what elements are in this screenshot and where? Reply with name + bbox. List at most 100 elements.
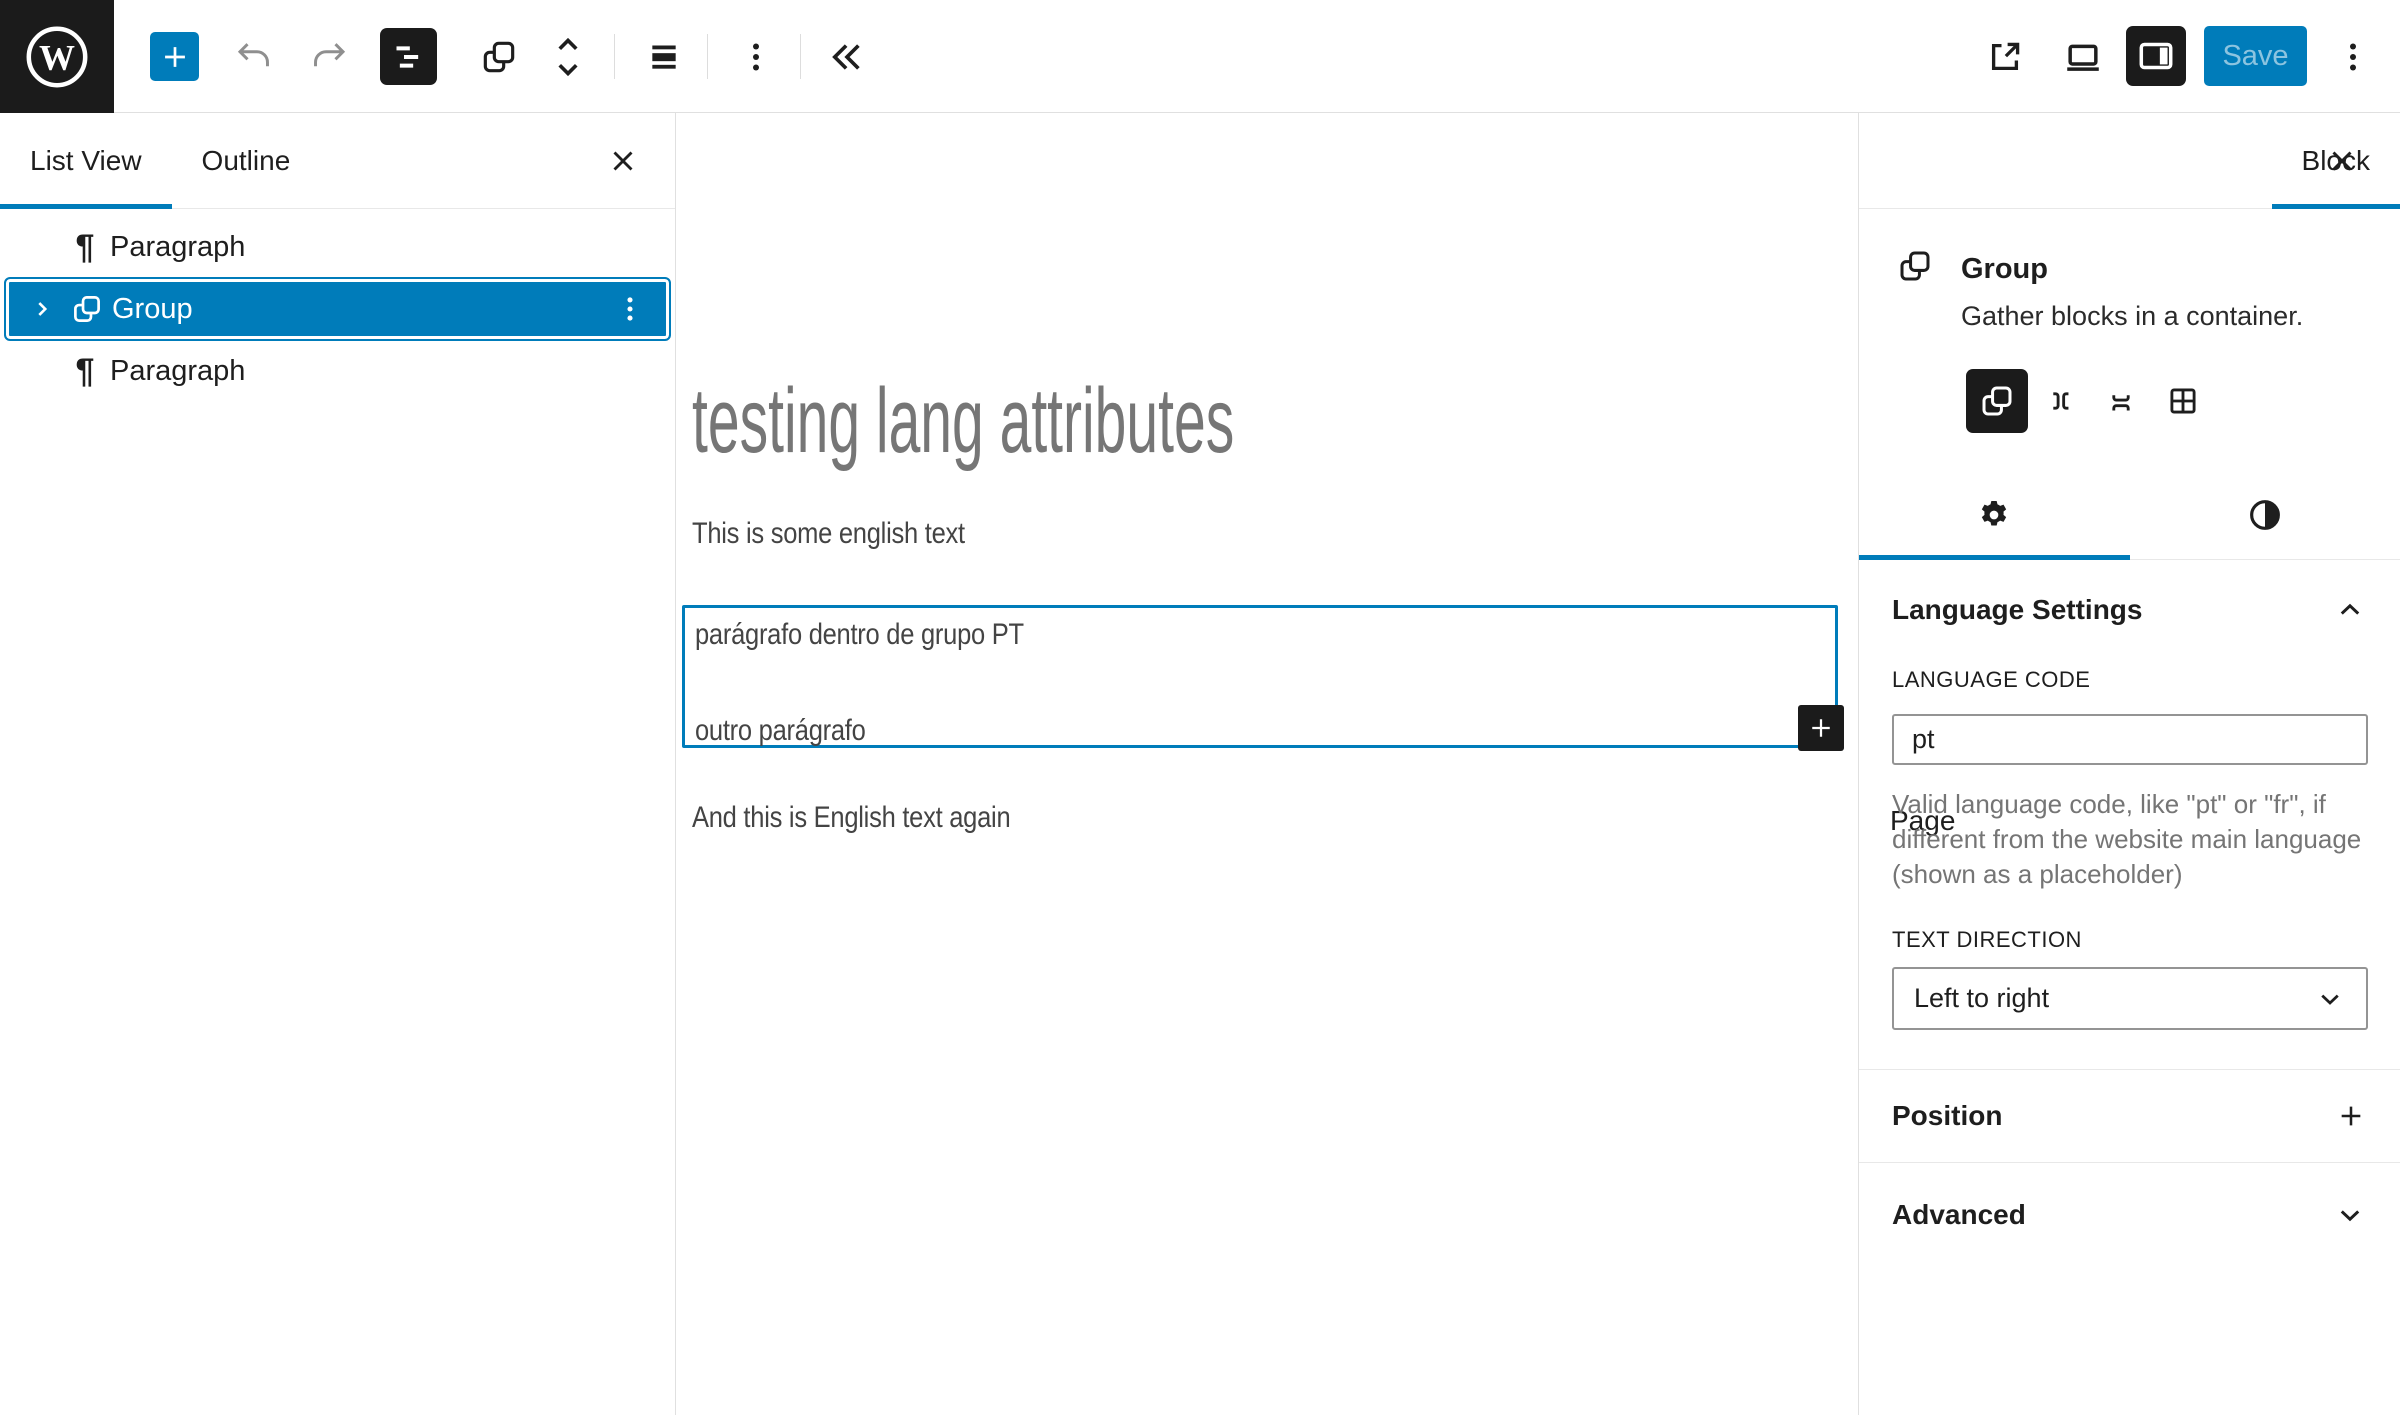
preview-button[interactable] (2058, 0, 2108, 113)
more-options-button[interactable] (2330, 0, 2376, 113)
language-code-input[interactable] (1892, 714, 2368, 765)
block-card-description: Gather blocks in a container. (1961, 301, 2304, 331)
list-view-panel: List View Outline ¶ Paragraph Group ¶ Pa… (0, 113, 676, 1415)
settings-sidebar: Page Block Group Gather blocks in a cont… (1858, 113, 2400, 1415)
group-block-icon (64, 292, 110, 326)
undo-button[interactable] (228, 0, 280, 113)
language-code-help: Valid language code, like "pt" or "fr", … (1892, 789, 2362, 889)
align-none-icon (644, 37, 684, 77)
grid-variation-icon (2165, 383, 2201, 419)
group-block-icon (1896, 247, 1934, 285)
list-item-paragraph[interactable]: ¶ Paragraph (0, 341, 675, 401)
editor-page: W Save List View Outline ¶ Paragraph Gro… (0, 0, 2400, 1415)
plus-icon (1806, 713, 1836, 743)
plus-icon (2335, 1100, 2367, 1132)
position-section-header[interactable]: Position (1892, 1069, 2367, 1162)
position-title: Position (1892, 1099, 2003, 1131)
stack-variation-icon (2103, 383, 2139, 419)
block-options-button[interactable] (733, 0, 779, 113)
save-button[interactable]: Save (2204, 26, 2307, 86)
list-item-label: Paragraph (110, 230, 246, 263)
text-direction-select[interactable]: Left to right (1892, 967, 2368, 1030)
close-settings-button[interactable] (2320, 139, 2364, 183)
wordpress-logo[interactable]: W (0, 0, 114, 113)
view-post-button[interactable] (1980, 0, 2030, 113)
paragraph-block[interactable]: outro parágrafo (695, 714, 866, 748)
variation-grid-button[interactable] (2152, 369, 2214, 433)
toolbar-divider (707, 34, 708, 79)
collapse-toolbar-button[interactable] (822, 0, 872, 113)
advanced-section-header[interactable]: Advanced (1892, 1162, 2367, 1267)
close-icon (2325, 144, 2359, 178)
list-view-toggle-button[interactable] (380, 28, 437, 85)
settings-sidebar-toggle[interactable] (2126, 26, 2186, 86)
align-button[interactable] (638, 0, 690, 113)
tab-outline[interactable]: Outline (172, 113, 321, 208)
tab-styles[interactable] (2130, 470, 2400, 559)
group-block-selected[interactable]: parágrafo dentro de grupo PT outro parág… (682, 605, 1844, 751)
styles-half-circle-icon (2245, 495, 2285, 535)
group-variation-icon (1978, 382, 2016, 420)
post-title[interactable]: testing lang attributes (692, 370, 1234, 472)
gear-icon (1974, 495, 2014, 535)
block-inserter-button[interactable] (150, 32, 199, 81)
redo-icon (308, 36, 350, 78)
toolbar-divider (800, 34, 801, 79)
text-direction-value: Left to right (1914, 983, 2050, 1013)
append-block-button[interactable] (1798, 705, 1844, 751)
block-card-title: Group (1961, 253, 2048, 285)
variation-picker (1966, 369, 2214, 433)
tab-list-view[interactable]: List View (0, 113, 172, 209)
redo-button[interactable] (303, 0, 355, 113)
chevron-down-icon (2333, 1198, 2367, 1232)
list-item-options-button[interactable] (613, 279, 647, 339)
select-group-button[interactable] (472, 0, 526, 113)
editor-canvas: testing lang attributes This is some eng… (677, 113, 1858, 1415)
toolbar-divider (614, 34, 615, 79)
advanced-title: Advanced (1892, 1198, 2026, 1230)
settings-tabbar: Page Block (1859, 113, 2400, 836)
language-settings-title: Language Settings (1892, 594, 2143, 625)
kebab-menu-icon (737, 38, 775, 76)
list-item-label: Paragraph (110, 354, 246, 387)
paragraph-block[interactable]: This is some english text (692, 517, 965, 551)
variation-row-button[interactable] (2028, 369, 2090, 433)
paragraph-block[interactable]: And this is English text again (692, 801, 1011, 835)
list-item-paragraph[interactable]: ¶ Paragraph (0, 217, 675, 277)
kebab-menu-icon (2334, 38, 2372, 76)
text-direction-label: TEXT DIRECTION (1892, 927, 2082, 952)
list-item-label: Group (112, 292, 193, 325)
paragraph-icon: ¶ (75, 352, 95, 390)
list-item-group[interactable]: Group (4, 277, 671, 341)
variation-stack-button[interactable] (2090, 369, 2152, 433)
double-chevron-left-icon (826, 36, 868, 78)
undo-icon (233, 36, 275, 78)
sidebar-panel-icon (2135, 35, 2177, 77)
close-list-view-button[interactable] (601, 139, 645, 183)
inspector-tabbar (1859, 470, 2400, 560)
block-list: ¶ Paragraph Group ¶ Paragraph (0, 209, 675, 401)
laptop-icon (2061, 35, 2105, 79)
chevron-right-icon[interactable] (20, 296, 64, 322)
close-icon (606, 144, 640, 178)
paragraph-icon: ¶ (75, 228, 95, 266)
plus-icon (158, 40, 192, 74)
block-mover-button[interactable] (540, 0, 596, 113)
group-block-icon (479, 37, 519, 77)
chevron-down-icon (2314, 983, 2346, 1015)
external-link-icon (1984, 36, 2026, 78)
paragraph-block[interactable]: parágrafo dentro de grupo PT (695, 618, 1024, 652)
wordpress-icon: W (21, 21, 93, 93)
editor-header: W Save (0, 0, 2400, 113)
variation-group-button[interactable] (1966, 369, 2028, 433)
svg-text:W: W (39, 37, 75, 77)
chevron-up-icon (2333, 593, 2367, 627)
language-code-label: LANGUAGE CODE (1892, 667, 2091, 692)
list-view-tabbar: List View Outline (0, 113, 675, 209)
row-variation-icon (2041, 383, 2077, 419)
move-up-down-icon (546, 31, 590, 83)
language-settings-header[interactable]: Language Settings (1892, 575, 2367, 645)
list-view-icon (389, 37, 429, 77)
kebab-menu-icon (613, 292, 647, 326)
tab-settings[interactable] (1859, 470, 2130, 560)
